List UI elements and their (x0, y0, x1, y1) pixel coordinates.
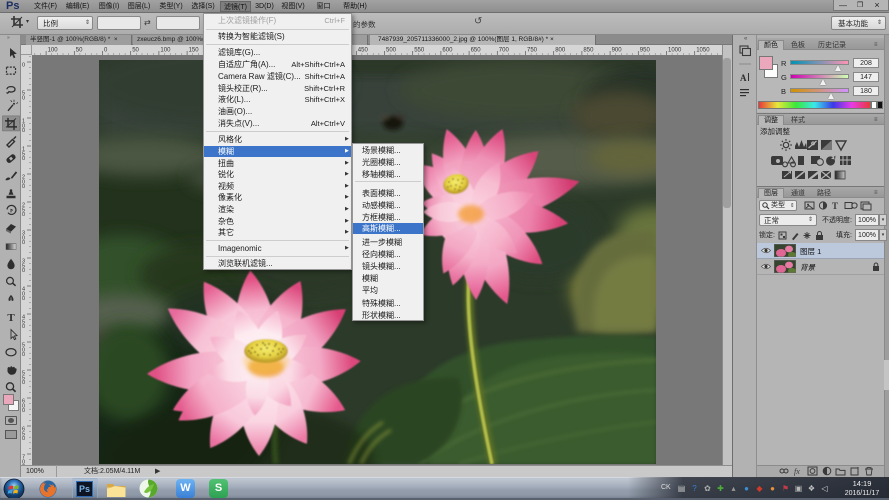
svg-text:fx: fx (794, 467, 800, 476)
svg-text:0: 0 (22, 436, 25, 442)
svg-text:1050: 1050 (696, 48, 710, 54)
svg-text:900: 900 (612, 48, 623, 54)
svg-text:0: 0 (22, 324, 25, 330)
svg-text:T: T (7, 312, 15, 324)
svg-text:700: 700 (499, 48, 510, 54)
svg-text:0: 0 (22, 380, 25, 386)
svg-text:0: 0 (22, 352, 25, 358)
svg-text:850: 850 (583, 48, 594, 54)
svg-text:0: 0 (22, 184, 25, 190)
svg-text:750: 750 (527, 48, 538, 54)
svg-text:50: 50 (76, 48, 83, 54)
svg-text:0: 0 (22, 268, 25, 274)
svg-text:450: 450 (358, 48, 369, 54)
svg-text:950: 950 (640, 48, 651, 54)
svg-text:100: 100 (48, 48, 59, 54)
svg-text:0: 0 (22, 95, 25, 101)
svg-text:50: 50 (132, 48, 139, 54)
svg-text:1000: 1000 (668, 48, 682, 54)
svg-text:0: 0 (22, 408, 25, 414)
svg-text:550: 550 (414, 48, 425, 54)
svg-text:800: 800 (555, 48, 566, 54)
svg-text:150: 150 (189, 48, 200, 54)
svg-text:0: 0 (22, 128, 25, 134)
svg-text:A: A (740, 73, 747, 83)
svg-text:0: 0 (22, 240, 25, 246)
svg-text:100: 100 (160, 48, 171, 54)
svg-text:0: 0 (22, 212, 25, 218)
svg-text:600: 600 (442, 48, 453, 54)
svg-text:0: 0 (22, 296, 25, 302)
svg-text:500: 500 (386, 48, 397, 54)
svg-text:T: T (832, 201, 838, 211)
svg-text:0: 0 (22, 63, 25, 69)
svg-text:650: 650 (471, 48, 482, 54)
svg-text:0: 0 (22, 156, 25, 162)
